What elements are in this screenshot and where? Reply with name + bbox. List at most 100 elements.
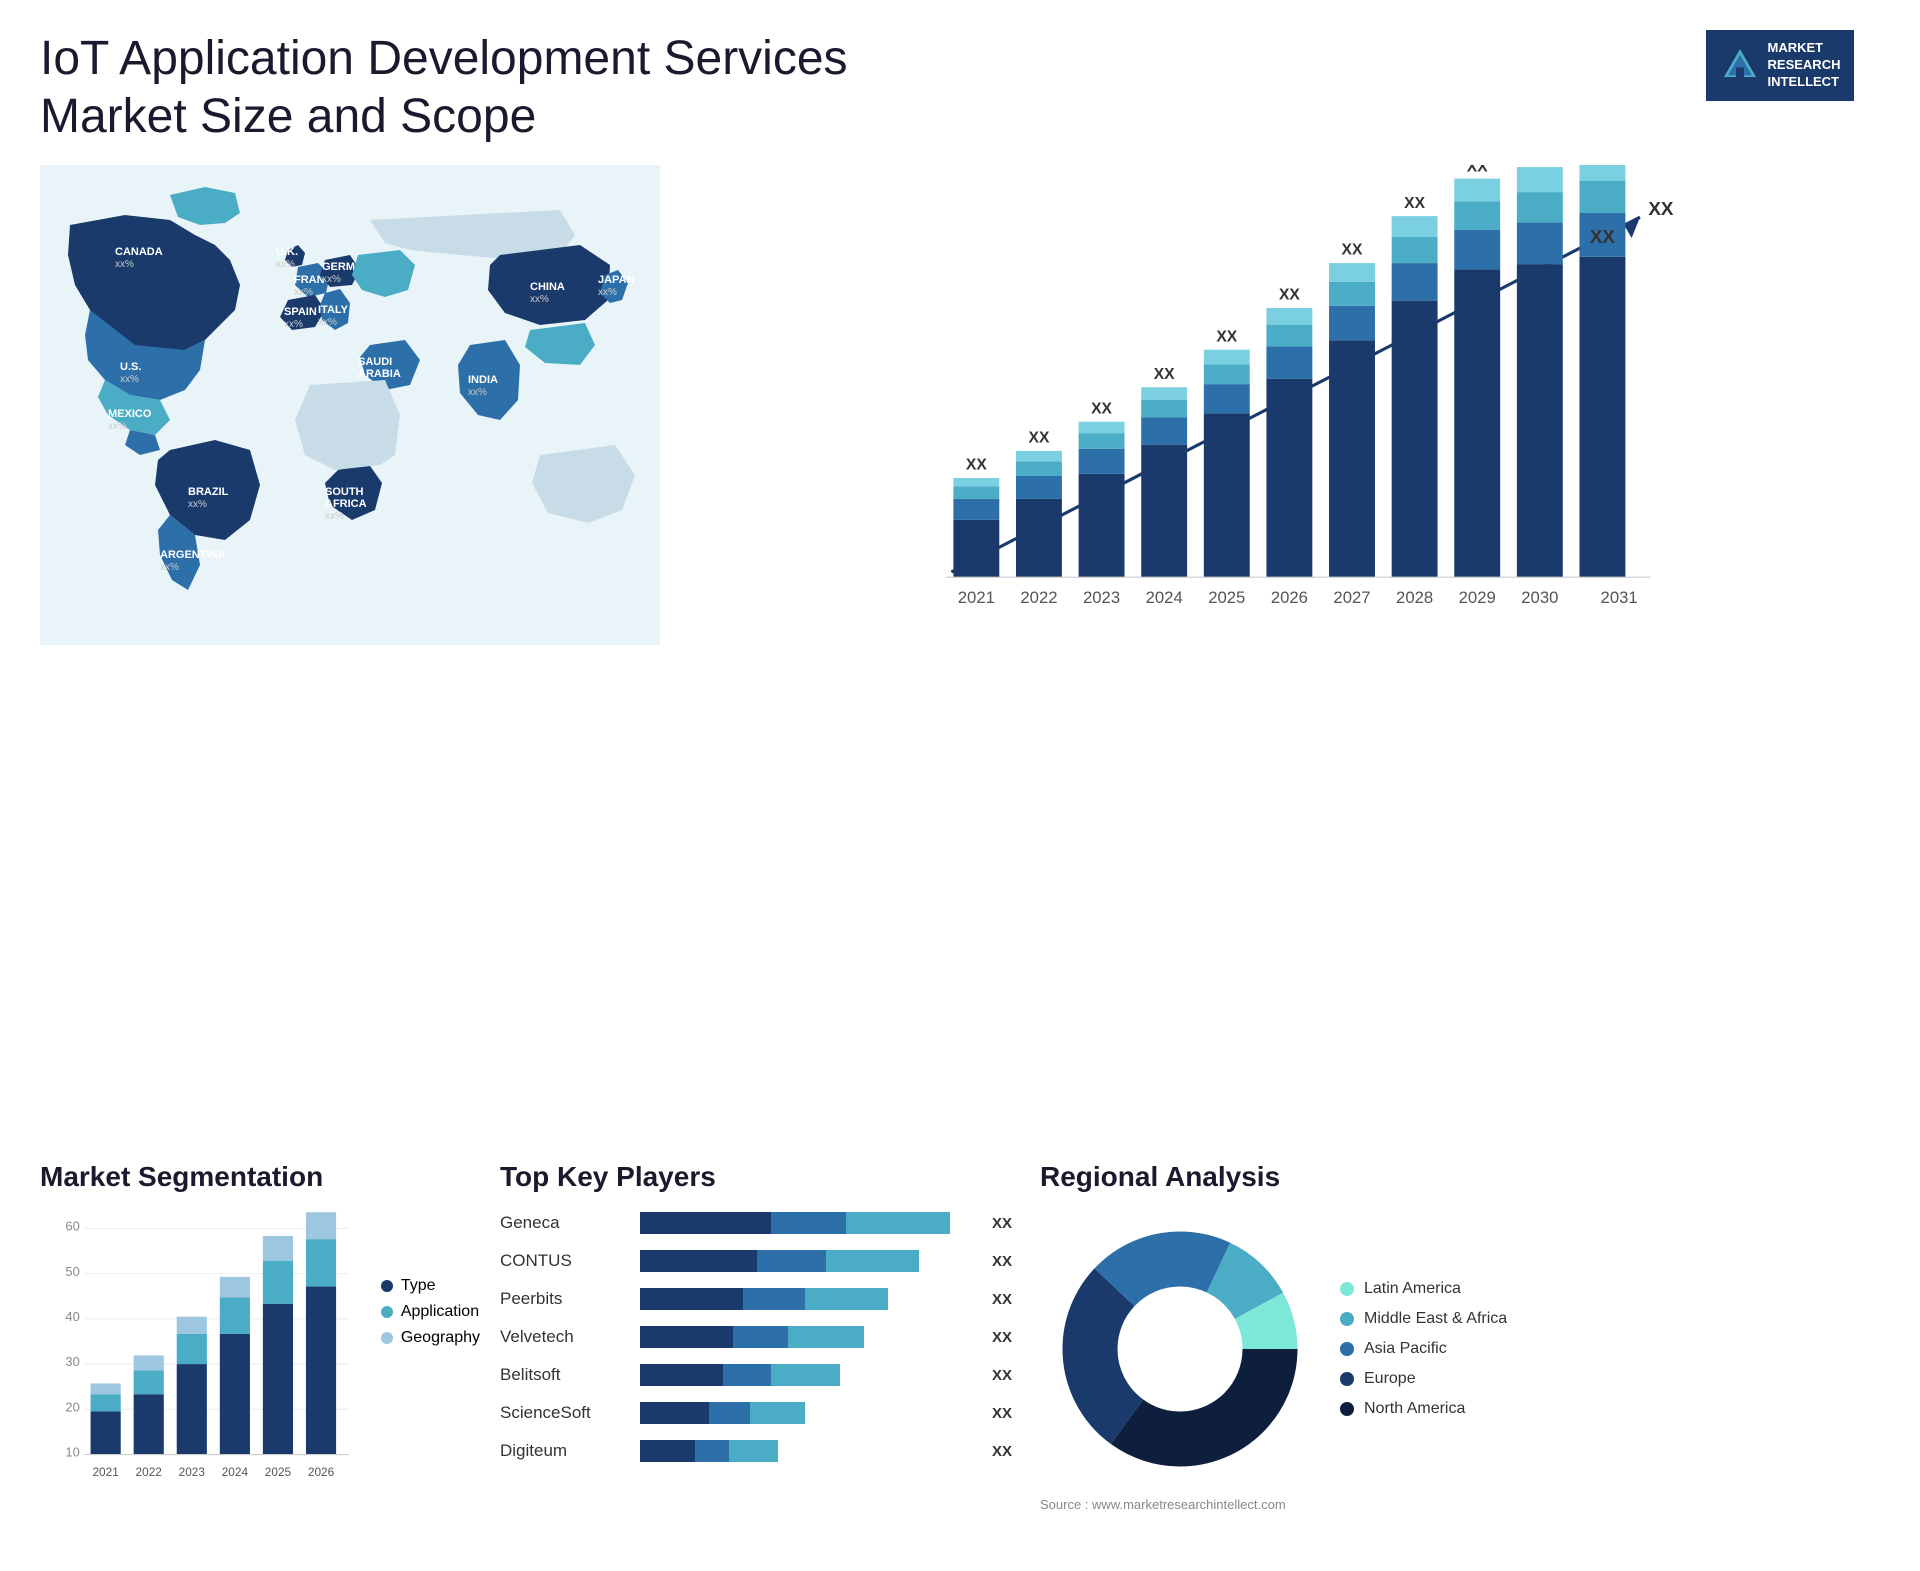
svg-text:30: 30 xyxy=(65,1354,79,1369)
svg-text:50: 50 xyxy=(65,1264,79,1279)
svg-text:2021: 2021 xyxy=(92,1465,118,1479)
svg-text:2023: 2023 xyxy=(179,1465,206,1479)
segmentation-legend: Type Application Geography xyxy=(381,1217,480,1347)
bar-row-6: XX xyxy=(640,1437,1020,1465)
svg-text:XX: XX xyxy=(1154,366,1175,383)
svg-text:2031: 2031 xyxy=(1601,588,1638,607)
svg-text:XX: XX xyxy=(966,457,987,474)
svg-text:2022: 2022 xyxy=(136,1465,162,1479)
svg-text:XX: XX xyxy=(1467,165,1488,175)
legend-type: Type xyxy=(381,1277,480,1295)
svg-text:xx%: xx% xyxy=(325,511,344,522)
bar-chart-svg: XX XX 2021 XX 2022 XX 2023 xyxy=(680,165,1880,645)
svg-text:10: 10 xyxy=(65,1445,79,1460)
svg-text:XX: XX xyxy=(1404,195,1425,212)
svg-text:U.K.: U.K. xyxy=(276,246,298,258)
bar-row-5: XX xyxy=(640,1399,1020,1427)
bar-row-4: XX xyxy=(640,1361,1020,1389)
svg-text:xx%: xx% xyxy=(188,499,207,510)
key-players-section: Top Key Players Geneca CONTUS Peerbits V… xyxy=(500,1161,1020,1571)
logo-area: MARKET RESEARCH INTELLECT xyxy=(1680,30,1880,101)
svg-text:2029: 2029 xyxy=(1459,588,1496,607)
svg-text:XX: XX xyxy=(1091,401,1112,418)
svg-text:2022: 2022 xyxy=(1020,588,1057,607)
svg-text:SPAIN: SPAIN xyxy=(284,306,317,318)
svg-text:MEXICO: MEXICO xyxy=(108,408,152,420)
player-bars: XX XX XX XX XX xyxy=(640,1209,1020,1475)
svg-text:CANADA: CANADA xyxy=(115,246,163,258)
svg-text:AFRICA: AFRICA xyxy=(325,498,367,510)
bar-row-0: XX xyxy=(640,1209,1020,1237)
svg-text:INDIA: INDIA xyxy=(468,374,498,386)
segmentation-section: Market Segmentation 60 50 40 30 20 10 xyxy=(40,1161,480,1571)
svg-text:JAPAN: JAPAN xyxy=(598,274,635,286)
svg-text:2026: 2026 xyxy=(1271,588,1308,607)
asia-pacific-dot xyxy=(1340,1342,1354,1356)
regional-legend: Latin America Middle East & Africa Asia … xyxy=(1340,1280,1507,1418)
svg-text:2026: 2026 xyxy=(308,1465,335,1479)
svg-text:XX: XX xyxy=(1216,329,1237,346)
svg-text:60: 60 xyxy=(65,1219,79,1234)
player-velvetech: Velvetech xyxy=(500,1323,620,1351)
north-america-dot xyxy=(1340,1402,1354,1416)
svg-text:XX: XX xyxy=(1279,287,1300,304)
player-peerbits: Peerbits xyxy=(500,1285,620,1313)
regional-content: Latin America Middle East & Africa Asia … xyxy=(1040,1209,1880,1489)
player-belitsoft: Belitsoft xyxy=(500,1361,620,1389)
svg-text:2024: 2024 xyxy=(222,1465,249,1479)
player-list: Geneca CONTUS Peerbits Velvetech Belitso… xyxy=(500,1209,1020,1475)
legend-mea: Middle East & Africa xyxy=(1340,1310,1507,1328)
svg-text:XX: XX xyxy=(1342,242,1363,259)
svg-text:U.S.: U.S. xyxy=(120,361,141,373)
svg-text:20: 20 xyxy=(65,1400,79,1415)
key-players-title: Top Key Players xyxy=(500,1161,1020,1193)
svg-text:BRAZIL: BRAZIL xyxy=(188,486,229,498)
svg-text:2028: 2028 xyxy=(1396,588,1433,607)
regional-title: Regional Analysis xyxy=(1040,1161,1880,1193)
main-content: CANADA xx% U.S. xx% MEXICO xx% BRAZIL xx… xyxy=(0,165,1920,1151)
svg-text:40: 40 xyxy=(65,1309,79,1324)
logo-icon xyxy=(1720,45,1760,85)
legend-europe: Europe xyxy=(1340,1370,1507,1388)
svg-text:ARABIA: ARABIA xyxy=(358,368,401,380)
svg-text:xx%: xx% xyxy=(530,294,549,305)
svg-text:SOUTH: SOUTH xyxy=(325,486,364,498)
type-dot xyxy=(381,1280,393,1292)
bar-row-3: XX xyxy=(640,1323,1020,1351)
svg-text:ITALY: ITALY xyxy=(318,304,349,316)
legend-latin-america: Latin America xyxy=(1340,1280,1507,1298)
legend-geography: Geography xyxy=(381,1329,480,1347)
svg-text:xx%: xx% xyxy=(322,274,341,285)
logo-text: MARKET RESEARCH INTELLECT xyxy=(1768,40,1841,91)
geography-dot xyxy=(381,1332,393,1344)
svg-text:XX: XX xyxy=(1590,226,1616,247)
svg-text:2025: 2025 xyxy=(1208,588,1245,607)
svg-text:SAUDI: SAUDI xyxy=(358,356,392,368)
bar-row-2: XX xyxy=(640,1285,1020,1313)
player-names: Geneca CONTUS Peerbits Velvetech Belitso… xyxy=(500,1209,620,1475)
svg-text:xx%: xx% xyxy=(108,421,127,432)
svg-text:CHINA: CHINA xyxy=(530,281,565,293)
svg-text:xx%: xx% xyxy=(468,387,487,398)
svg-text:2027: 2027 xyxy=(1333,588,1370,607)
svg-text:xx%: xx% xyxy=(120,374,139,385)
svg-text:xx%: xx% xyxy=(598,287,617,298)
page-title: IoT Application Development Services Mar… xyxy=(40,30,940,145)
donut-chart-svg xyxy=(1040,1209,1320,1489)
mea-dot xyxy=(1340,1312,1354,1326)
svg-text:xx%: xx% xyxy=(318,317,337,328)
player-geneca: Geneca xyxy=(500,1209,620,1237)
legend-north-america: North America xyxy=(1340,1400,1507,1418)
logo-box: MARKET RESEARCH INTELLECT xyxy=(1706,30,1855,101)
svg-text:2021: 2021 xyxy=(958,588,995,607)
regional-section: Regional Analysis Latin America xyxy=(1040,1161,1880,1571)
segmentation-chart-svg: 60 50 40 30 20 10 xyxy=(40,1209,361,1489)
svg-text:2023: 2023 xyxy=(1083,588,1120,607)
svg-text:2025: 2025 xyxy=(265,1465,292,1479)
svg-text:XX: XX xyxy=(1648,198,1674,219)
svg-text:xx%: xx% xyxy=(276,259,295,270)
application-dot xyxy=(381,1306,393,1318)
svg-text:XX: XX xyxy=(1029,430,1050,447)
world-map-svg: CANADA xx% U.S. xx% MEXICO xx% BRAZIL xx… xyxy=(40,165,660,645)
player-contus: CONTUS xyxy=(500,1247,620,1275)
